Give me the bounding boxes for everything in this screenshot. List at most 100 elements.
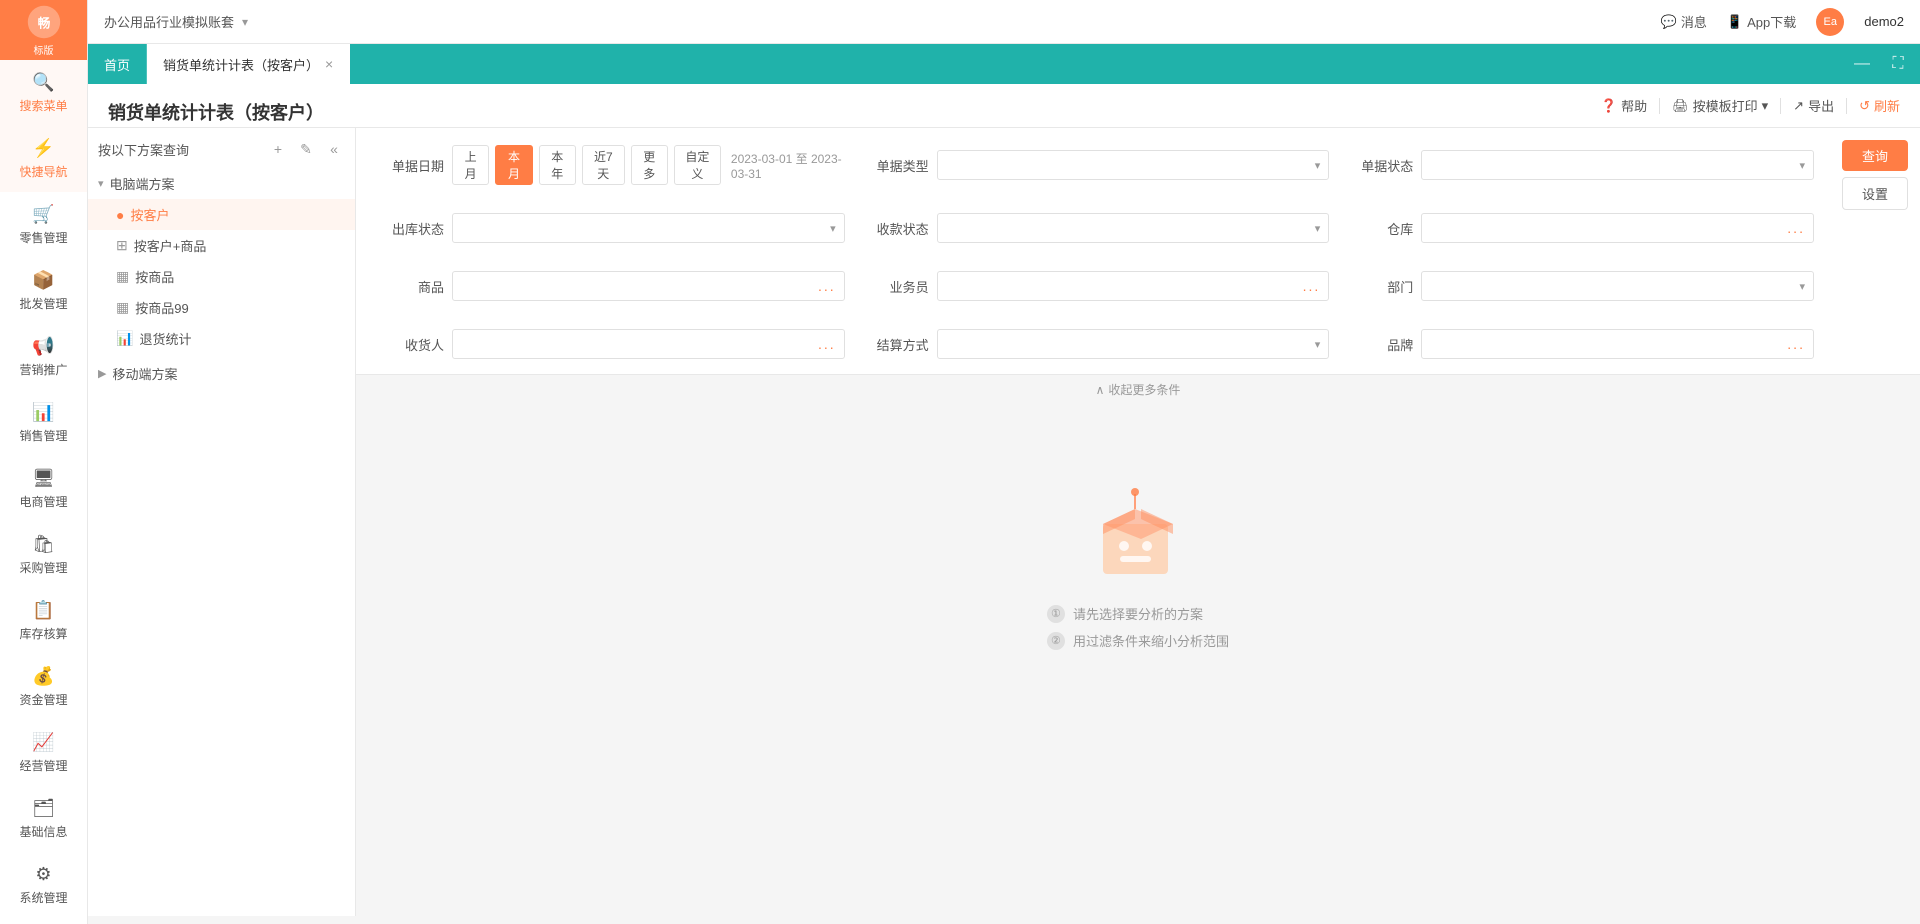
goods-select[interactable]: ... — [452, 271, 845, 301]
logo-icon: 畅 — [26, 4, 62, 40]
tree-group-desktop-label: 电脑端方案 — [110, 174, 175, 193]
export-btn[interactable]: ↗ 导出 — [1793, 96, 1834, 115]
sidebar-item-ecommerce[interactable]: 🖥 电商管理 — [0, 456, 88, 522]
last7-btn[interactable]: 近7天 — [582, 145, 625, 185]
brand-label: 品牌 — [1341, 335, 1421, 354]
refresh-btn[interactable]: ↺ 刷新 — [1859, 96, 1900, 115]
sidebar-item-basic[interactable]: 🗂 基础信息 — [0, 786, 88, 852]
tab-maximize-btn[interactable]: ⛶ — [1884, 50, 1912, 78]
main-area: 办公用品行业模拟账套 ▾ 💬 消息 📱 App下载 Ea demo2 — [88, 0, 1920, 924]
add-scheme-btn[interactable]: + — [267, 138, 289, 160]
staff-label: 业务员 — [857, 277, 937, 296]
out-status-select[interactable]: ▾ — [452, 213, 845, 243]
quicknav-icon: ⚡ — [32, 138, 54, 159]
collapse-label: 收起更多条件 — [1108, 381, 1180, 398]
tab-minimize-btn[interactable]: — — [1848, 50, 1876, 78]
tab-close-icon[interactable]: × — [325, 57, 333, 71]
receiver-select[interactable]: ... — [452, 329, 845, 359]
out-status-label: 出库状态 — [372, 219, 452, 238]
warehouse-dots: ... — [1787, 220, 1805, 236]
brand-select[interactable]: ... — [1421, 329, 1814, 359]
help-btn[interactable]: ❓ 帮助 — [1601, 96, 1647, 115]
sidebar-item-retail[interactable]: 🛒 零售管理 — [0, 192, 88, 258]
marketing-icon: 📢 — [32, 336, 54, 357]
settlement-select[interactable]: ▾ — [937, 329, 1330, 359]
order-type-select[interactable]: ▾ — [937, 150, 1330, 180]
tab-actions: — ⛶ — [1840, 44, 1920, 84]
filter-row-2: 出库状态 ▾ 收款状态 — [356, 200, 1830, 248]
top-bar-left: 办公用品行业模拟账套 ▾ — [104, 12, 248, 31]
sidebar-item-wholesale[interactable]: 📦 批发管理 — [0, 258, 88, 324]
tree-item-return-stats[interactable]: 📊 退货统计 — [88, 323, 355, 354]
tree-item-customer-goods[interactable]: ⊞ 按客户+商品 — [88, 230, 355, 261]
edit-scheme-btn[interactable]: ✎ — [295, 138, 317, 160]
print-btn[interactable]: 🖨 按模板打印 ▾ — [1672, 96, 1768, 115]
sidebar-item-inventory[interactable]: 📋 库存核算 — [0, 588, 88, 654]
app-download-btn[interactable]: 📱 App下载 — [1727, 12, 1796, 31]
refresh-label: 刷新 — [1874, 96, 1900, 115]
finance-icon: 💰 — [32, 666, 54, 687]
collapse-bar[interactable]: ∧ 收起更多条件 — [356, 374, 1920, 404]
collapse-panel-btn[interactable]: « — [323, 138, 345, 160]
tab-home[interactable]: 首页 — [88, 44, 147, 84]
staff-select[interactable]: ... — [937, 271, 1330, 301]
this-year-btn[interactable]: 本年 — [539, 145, 576, 185]
custom-btn[interactable]: 自定义 — [674, 145, 721, 185]
sidebar-item-system-label: 系统管理 — [19, 889, 67, 906]
sidebar-item-finance[interactable]: 💰 资金管理 — [0, 654, 88, 720]
message-btn[interactable]: 💬 消息 — [1661, 12, 1707, 31]
tree-item-goods99[interactable]: ▦ 按商品99 — [88, 292, 355, 323]
page-header: 销货单统计计表（按客户） ❓ 帮助 🖨 按模板打印 ▾ ↗ — [88, 84, 1920, 128]
right-buttons: 查询 设置 — [1830, 128, 1920, 210]
dept-select[interactable]: ▾ — [1421, 271, 1814, 301]
top-bar-title: 办公用品行业模拟账套 — [104, 12, 234, 31]
tree-group-mobile-header[interactable]: ▶ 移动端方案 — [88, 358, 355, 389]
tree-group-mobile: ▶ 移动端方案 — [88, 358, 355, 389]
tree-item-by-customer[interactable]: ● 按客户 — [88, 199, 355, 230]
query-btn[interactable]: 查询 — [1842, 140, 1908, 171]
logo-text: 标版 — [34, 42, 54, 57]
payment-status-select[interactable]: ▾ — [937, 213, 1330, 243]
right-panel: 单据日期 上月 本月 本年 近7天 更多 自定义 — [356, 128, 1920, 916]
return-stats-icon: 📊 — [116, 330, 133, 347]
sidebar-item-marketing[interactable]: 📢 营销推广 — [0, 324, 88, 390]
warehouse-select[interactable]: ... — [1421, 213, 1814, 243]
empty-tip-2: ② 用过滤条件来缩小分析范围 — [1047, 631, 1229, 650]
sidebar-item-sales-label: 销售管理 — [19, 427, 67, 444]
ecommerce-icon: 🖥 — [32, 468, 55, 489]
print-icon: 🖨 — [1672, 98, 1689, 114]
settings-btn[interactable]: 设置 — [1842, 177, 1908, 210]
order-type-arrow-icon: ▾ — [1315, 159, 1321, 172]
tip-num-1: ① — [1047, 605, 1065, 623]
sidebar-item-sales[interactable]: 📊 销售管理 — [0, 390, 88, 456]
body-layout: 按以下方案查询 + ✎ « — [88, 128, 1920, 916]
empty-tip-2-text: 用过滤条件来缩小分析范围 — [1073, 631, 1229, 650]
sidebar-item-inventory-label: 库存核算 — [19, 625, 67, 642]
tree-group-desktop: ▾ 电脑端方案 ● 按客户 ⊞ 按客户+商品 ▦ — [88, 168, 355, 354]
settlement-arrow-icon: ▾ — [1315, 338, 1321, 351]
dropdown-arrow-icon[interactable]: ▾ — [242, 15, 248, 29]
sidebar-item-quicknav[interactable]: ⚡ 快捷导航 — [0, 126, 88, 192]
empty-tips: ① 请先选择要分析的方案 ② 用过滤条件来缩小分析范围 — [1047, 604, 1229, 658]
collapse-btn[interactable]: ∧ 收起更多条件 — [1096, 381, 1181, 398]
filter-cell-order-type: 单据类型 ▾ — [845, 145, 1330, 185]
inventory-icon: 📋 — [32, 600, 54, 621]
sidebar-item-management[interactable]: 📈 经营管理 — [0, 720, 88, 786]
out-status-arrow-icon: ▾ — [830, 222, 836, 235]
sidebar-item-system[interactable]: ⚙ 系统管理 — [0, 852, 88, 918]
filter-cell-payment-status: 收款状态 ▾ — [845, 208, 1330, 248]
tree-group-desktop-header[interactable]: ▾ 电脑端方案 — [88, 168, 355, 199]
avatar[interactable]: Ea — [1816, 8, 1844, 36]
order-status-select[interactable]: ▾ — [1421, 150, 1814, 180]
sidebar-item-collab[interactable]: 👥 企业协同 — [0, 918, 88, 924]
last-month-btn[interactable]: 上月 — [452, 145, 489, 185]
filter-cell-date: 单据日期 上月 本月 本年 近7天 更多 自定义 — [372, 140, 845, 190]
more-btn[interactable]: 更多 — [631, 145, 668, 185]
this-month-btn[interactable]: 本月 — [495, 145, 532, 185]
sidebar-item-search[interactable]: 🔍 搜索菜单 — [0, 60, 88, 126]
sidebar-item-purchase[interactable]: 🛍 采购管理 — [0, 522, 88, 588]
tree-item-goods99-label: 按商品99 — [135, 298, 188, 317]
tree-item-by-goods[interactable]: ▦ 按商品 — [88, 261, 355, 292]
empty-svg — [1088, 484, 1188, 584]
tab-sales-stats[interactable]: 销货单统计计表（按客户） × — [147, 44, 350, 84]
